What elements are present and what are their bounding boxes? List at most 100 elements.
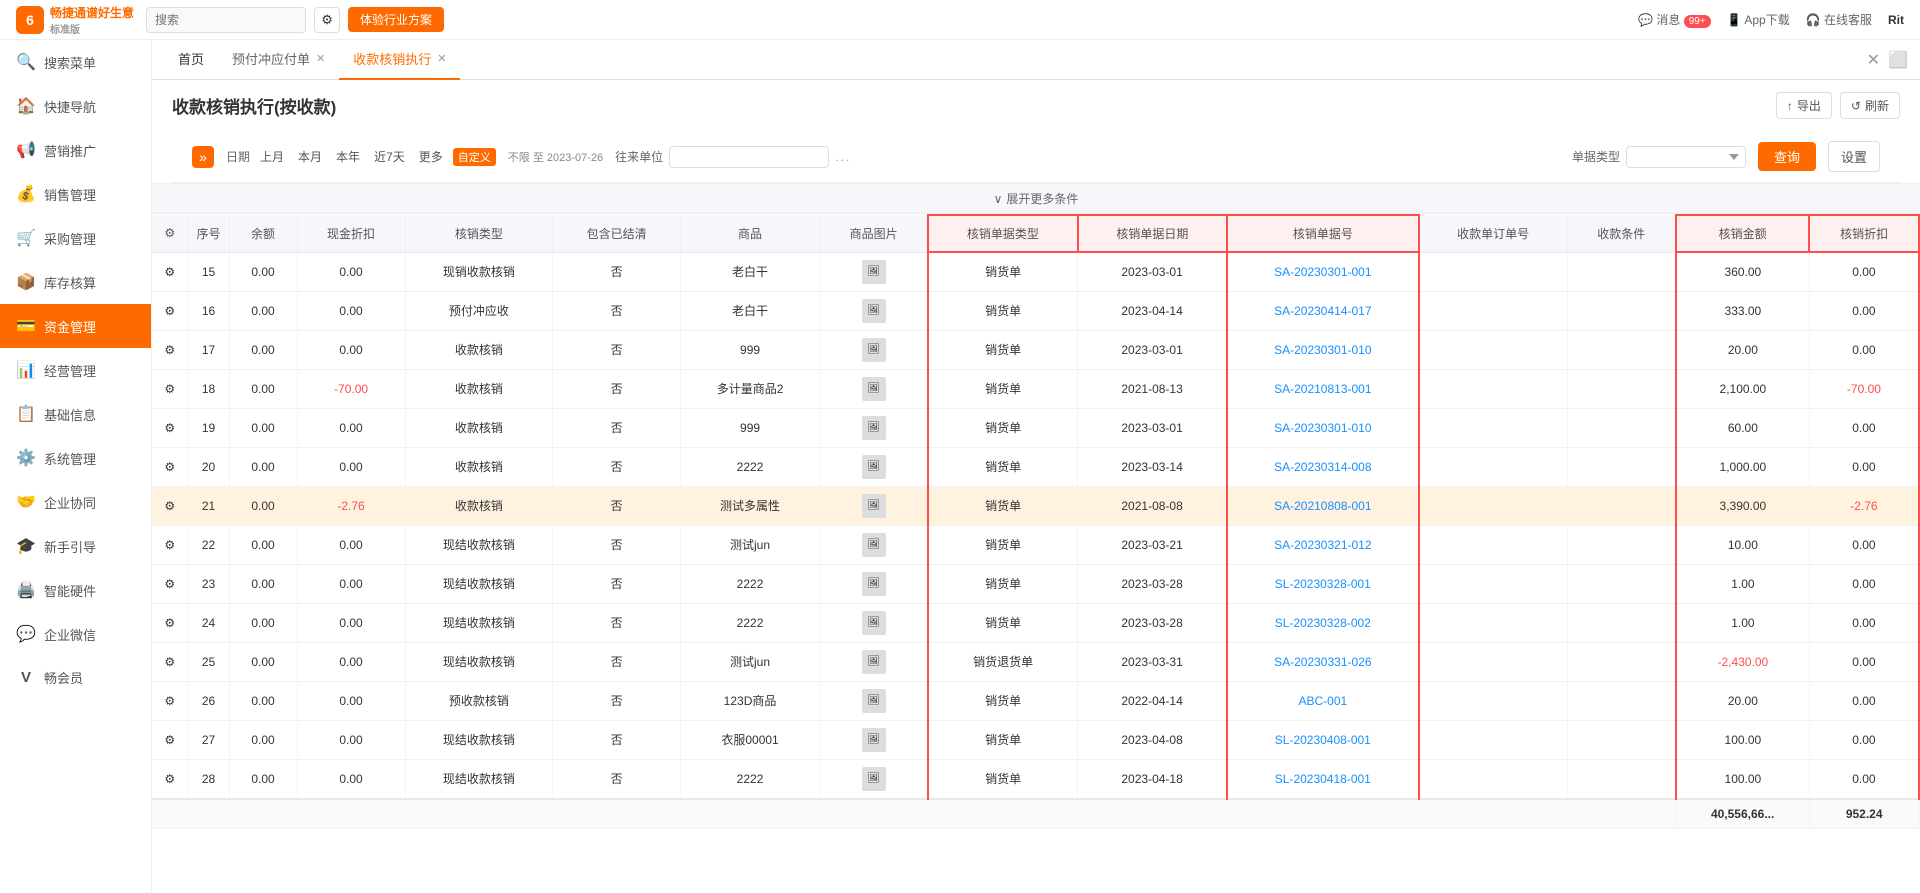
sidebar-item-business[interactable]: 📊 经营管理 bbox=[0, 348, 151, 392]
collapse-button[interactable]: » bbox=[192, 146, 214, 168]
td-balance: 0.00 bbox=[229, 525, 297, 564]
td-no: 28 bbox=[188, 759, 229, 799]
td-gear[interactable]: ⚙ bbox=[152, 759, 188, 799]
date-option-this-month[interactable]: 本月 bbox=[294, 146, 326, 167]
tab-collection-close[interactable]: ✕ bbox=[437, 52, 446, 65]
search-input[interactable] bbox=[146, 7, 306, 33]
sidebar-item-nav[interactable]: 🏠 快捷导航 bbox=[0, 84, 151, 128]
online-service-btn[interactable]: 🎧 在线客服 bbox=[1806, 11, 1872, 28]
td-gear[interactable]: ⚙ bbox=[152, 369, 188, 408]
td-gear[interactable]: ⚙ bbox=[152, 330, 188, 369]
sidebar-item-search[interactable]: 🔍 搜索菜单 bbox=[0, 40, 151, 84]
sidebar-item-marketing[interactable]: 📢 营销推广 bbox=[0, 128, 151, 172]
date-option-7days[interactable]: 近7天 bbox=[370, 146, 409, 167]
td-verify-doc-no[interactable]: SA-20230301-010 bbox=[1227, 408, 1419, 447]
member-icon: V bbox=[16, 669, 36, 686]
td-no: 15 bbox=[188, 252, 229, 291]
tab-prepay[interactable]: 预付冲应付单 ✕ bbox=[218, 40, 339, 80]
td-verify-type: 现结收款核销 bbox=[405, 525, 553, 564]
th-cash-discount: 现金折扣 bbox=[297, 215, 405, 252]
close-window-icon[interactable]: ✕ bbox=[1867, 50, 1880, 70]
td-no: 20 bbox=[188, 447, 229, 486]
user-avatar[interactable]: Rit bbox=[1888, 13, 1904, 27]
sidebar-item-hardware[interactable]: 🖨️ 智能硬件 bbox=[0, 568, 151, 612]
td-product: 老白干 bbox=[681, 291, 820, 330]
notification-btn[interactable]: 💬 消息 99+ bbox=[1638, 11, 1711, 28]
tab-prepay-close[interactable]: ✕ bbox=[316, 52, 325, 65]
system-icon: ⚙️ bbox=[16, 448, 36, 468]
td-verify-doc-no[interactable]: SL-20230328-002 bbox=[1227, 603, 1419, 642]
sidebar-item-inventory[interactable]: 📦 库存核算 bbox=[0, 260, 151, 304]
td-gear[interactable]: ⚙ bbox=[152, 720, 188, 759]
td-verify-doc-no[interactable]: SL-20230328-001 bbox=[1227, 564, 1419, 603]
sidebar-item-sales[interactable]: 💰 销售管理 bbox=[0, 172, 151, 216]
date-option-this-year[interactable]: 本年 bbox=[332, 146, 364, 167]
table-row: ⚙280.000.00现结收款核销否2222🖼销货单2023-04-18SL-2… bbox=[152, 759, 1919, 799]
td-verify-doc-no[interactable]: SA-20210808-001 bbox=[1227, 486, 1419, 525]
td-verify-doc-no[interactable]: SL-20230408-001 bbox=[1227, 720, 1419, 759]
td-gear[interactable]: ⚙ bbox=[152, 603, 188, 642]
export-button[interactable]: ↑ 导出 bbox=[1776, 92, 1832, 119]
date-custom-btn[interactable]: 自定义 bbox=[453, 148, 496, 166]
td-balance: 0.00 bbox=[229, 291, 297, 330]
settings-icon[interactable]: ⚙ bbox=[314, 7, 340, 33]
th-verify-type: 核销类型 bbox=[405, 215, 553, 252]
top-bar-search: ⚙ 体验行业方案 bbox=[146, 7, 1626, 33]
table-row: ⚙160.000.00预付冲应收否老白干🖼销货单2023-04-14SA-202… bbox=[152, 291, 1919, 330]
date-option-more[interactable]: 更多 bbox=[415, 146, 447, 167]
td-verify-type: 现结收款核销 bbox=[405, 564, 553, 603]
td-gear[interactable]: ⚙ bbox=[152, 291, 188, 330]
td-verify-doc-no[interactable]: SA-20230301-001 bbox=[1227, 252, 1419, 291]
td-verify-doc-no[interactable]: SA-20230414-017 bbox=[1227, 291, 1419, 330]
expand-bar[interactable]: ∨ 展开更多条件 bbox=[152, 184, 1920, 214]
tab-collection[interactable]: 收款核销执行 ✕ bbox=[339, 40, 460, 80]
sidebar-item-collab[interactable]: 🤝 企业协同 bbox=[0, 480, 151, 524]
sidebar-item-system[interactable]: ⚙️ 系统管理 bbox=[0, 436, 151, 480]
sidebar-item-weixin[interactable]: 💬 企业微信 bbox=[0, 612, 151, 656]
app-download-btn[interactable]: 📱 App下载 bbox=[1727, 11, 1790, 28]
td-verify-doc-no[interactable]: SA-20210813-001 bbox=[1227, 369, 1419, 408]
td-verify-doc-date: 2023-03-21 bbox=[1078, 525, 1227, 564]
query-button[interactable]: 查询 bbox=[1758, 142, 1816, 171]
td-gear[interactable]: ⚙ bbox=[152, 252, 188, 291]
td-receipt-condition bbox=[1567, 759, 1676, 799]
sidebar-item-purchase[interactable]: 🛒 采购管理 bbox=[0, 216, 151, 260]
td-gear[interactable]: ⚙ bbox=[152, 681, 188, 720]
td-gear[interactable]: ⚙ bbox=[152, 447, 188, 486]
td-verify-discount: 0.00 bbox=[1809, 447, 1919, 486]
top-bar: 6 畅捷通谱好生意 标准版 ⚙ 体验行业方案 💬 消息 99+ 📱 App下载 … bbox=[0, 0, 1920, 40]
td-product-image: 🖼 bbox=[819, 486, 928, 525]
td-gear[interactable]: ⚙ bbox=[152, 564, 188, 603]
td-receipt-condition bbox=[1567, 525, 1676, 564]
td-include-settled: 否 bbox=[553, 330, 681, 369]
td-verify-doc-no[interactable]: SA-20230301-010 bbox=[1227, 330, 1419, 369]
td-gear[interactable]: ⚙ bbox=[152, 486, 188, 525]
from-unit-input[interactable] bbox=[669, 146, 829, 168]
td-receipt-condition bbox=[1567, 291, 1676, 330]
td-verify-doc-no[interactable]: SL-20230418-001 bbox=[1227, 759, 1419, 799]
doc-type-select[interactable] bbox=[1626, 146, 1746, 168]
sidebar-item-base[interactable]: 📋 基础信息 bbox=[0, 392, 151, 436]
table-wrap: ⚙ 序号 余额 现金折扣 核销类型 包含已结清 商品 商品图片 核销单据类型 核… bbox=[152, 214, 1920, 893]
refresh-button[interactable]: ↺ 刷新 bbox=[1840, 92, 1900, 119]
industry-button[interactable]: 体验行业方案 bbox=[348, 7, 444, 32]
td-verify-doc-no[interactable]: SA-20230321-012 bbox=[1227, 525, 1419, 564]
td-verify-doc-no[interactable]: ABC-001 bbox=[1227, 681, 1419, 720]
td-product: 衣服00001 bbox=[681, 720, 820, 759]
refresh-icon: ↺ bbox=[1851, 99, 1861, 113]
setting-button[interactable]: 设置 bbox=[1828, 141, 1880, 172]
td-verify-doc-no[interactable]: SA-20230314-008 bbox=[1227, 447, 1419, 486]
th-gear[interactable]: ⚙ bbox=[152, 215, 188, 252]
td-gear[interactable]: ⚙ bbox=[152, 408, 188, 447]
td-cash-discount: -2.76 bbox=[297, 486, 405, 525]
sidebar-item-guide[interactable]: 🎓 新手引导 bbox=[0, 524, 151, 568]
td-gear[interactable]: ⚙ bbox=[152, 642, 188, 681]
td-gear[interactable]: ⚙ bbox=[152, 525, 188, 564]
maximize-window-icon[interactable]: ⬜ bbox=[1888, 50, 1908, 70]
th-product: 商品 bbox=[681, 215, 820, 252]
tab-home[interactable]: 首页 bbox=[164, 40, 218, 80]
sidebar-item-member[interactable]: V 畅会员 bbox=[0, 656, 151, 699]
td-verify-doc-no[interactable]: SA-20230331-026 bbox=[1227, 642, 1419, 681]
sidebar-item-finance[interactable]: 💳 资金管理 bbox=[0, 304, 151, 348]
date-option-last-month[interactable]: 上月 bbox=[256, 146, 288, 167]
